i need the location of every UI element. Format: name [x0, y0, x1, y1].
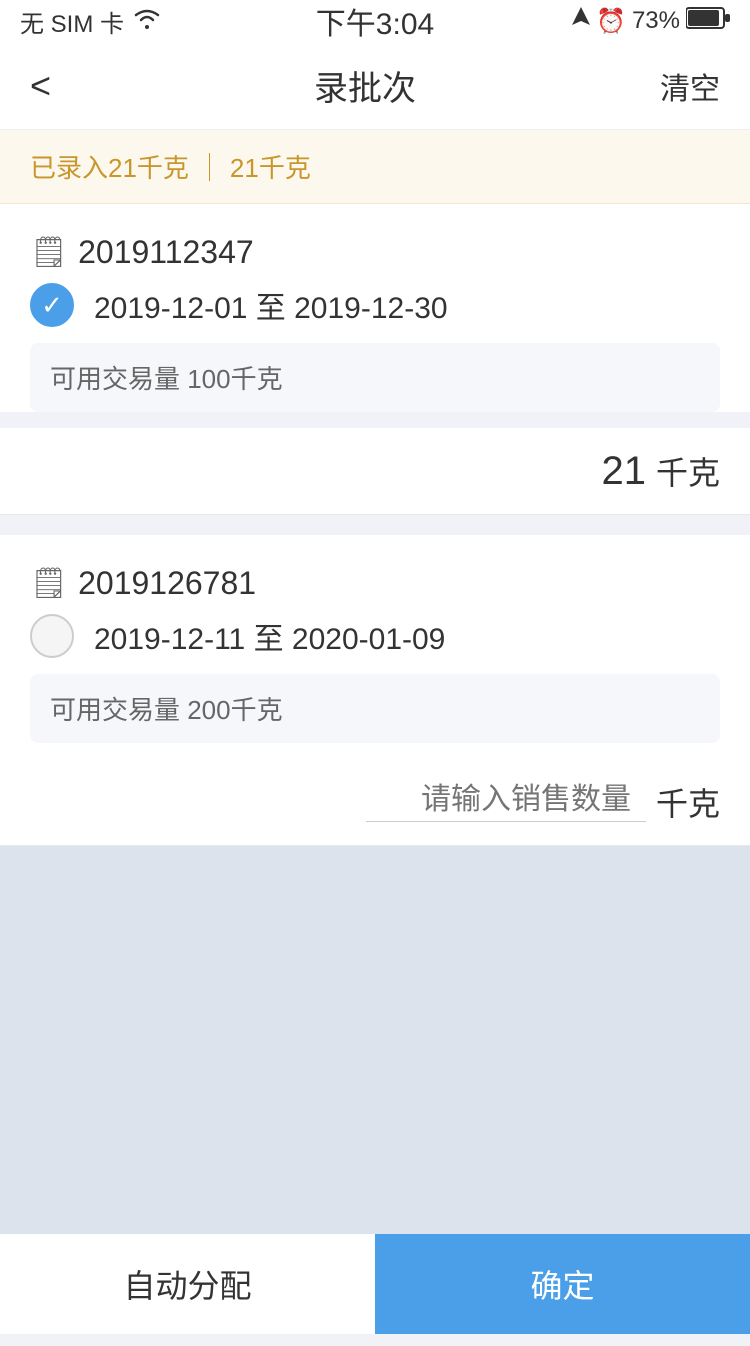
page-title: 录批次 [314, 61, 416, 110]
batch2-content: 🗒 2019126781 2019-12-11 至 2020-01-09 可用交… [0, 535, 750, 743]
batch1-id: 2019112347 [78, 234, 254, 271]
batch1-row[interactable]: 2019-12-01 至 2019-12-30 [30, 283, 720, 327]
batch2-card: 🗒 2019126781 2019-12-11 至 2020-01-09 可用交… [0, 535, 750, 846]
batch1-card: 🗒 2019112347 2019-12-01 至 2019-12-30 可用交… [0, 204, 750, 412]
batch2-input-area[interactable] [366, 783, 646, 822]
status-bar: 无 SIM 卡 下午3:04 ⏰ 73% [0, 0, 750, 42]
wifi-icon [132, 7, 162, 36]
batch1-date: 2019-12-01 至 2019-12-30 [94, 283, 448, 327]
batch1-header: 🗒 2019112347 [30, 234, 720, 271]
bottom-bar: 自动分配 确定 [0, 1234, 750, 1334]
batch1-amount-row: 21 千克 [0, 428, 750, 515]
batch2-input-row[interactable]: 千克 [0, 759, 750, 846]
batch1-doc-icon: 🗒 [30, 235, 68, 270]
batch2-row[interactable]: 2019-12-11 至 2020-01-09 [30, 614, 720, 658]
batch2-unit: 千克 [656, 779, 720, 825]
batch1-radio[interactable] [30, 283, 74, 327]
battery-icon [686, 7, 730, 36]
back-button[interactable]: < [30, 65, 90, 107]
carrier-label: 无 SIM 卡 [20, 4, 124, 39]
status-bar-time: 下午3:04 [316, 0, 434, 43]
batch2-qty-input[interactable] [366, 783, 646, 817]
gray-background-area [0, 846, 750, 1246]
batch2-date: 2019-12-11 至 2020-01-09 [94, 614, 445, 658]
status-bar-right: ⏰ 73% [572, 7, 730, 36]
recorded-label: 已录入21千克 [30, 148, 189, 185]
section-separator [0, 515, 750, 535]
batch1-available: 可用交易量 100千克 [30, 343, 720, 412]
alarm-icon: ⏰ [596, 7, 626, 36]
info-banner: 已录入21千克 21千克 [0, 130, 750, 204]
batch2-id: 2019126781 [78, 565, 256, 602]
confirm-button[interactable]: 确定 [375, 1234, 750, 1334]
batch1-amount-value: 21 [601, 449, 646, 494]
status-bar-left: 无 SIM 卡 [20, 4, 162, 39]
location-icon [572, 7, 590, 36]
batch2-doc-icon: 🗒 [30, 566, 68, 601]
total-label: 21千克 [230, 148, 311, 185]
clear-button[interactable]: 清空 [640, 64, 720, 108]
nav-bar: < 录批次 清空 [0, 42, 750, 130]
batch2-available: 可用交易量 200千克 [30, 674, 720, 743]
banner-divider [209, 153, 210, 181]
batch2-header: 🗒 2019126781 [30, 565, 720, 602]
battery-percent: 73% [632, 7, 680, 35]
auto-distribute-button[interactable]: 自动分配 [0, 1234, 375, 1334]
batch2-radio[interactable] [30, 614, 74, 658]
batch1-amount-area[interactable]: 21 千克 [601, 448, 720, 494]
batch1-unit: 千克 [656, 448, 720, 494]
